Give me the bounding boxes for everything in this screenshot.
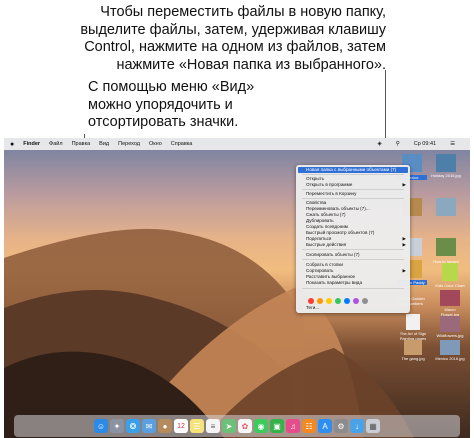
file-thumbnail[interactable] xyxy=(436,238,456,256)
itunes-icon[interactable]: ♫ xyxy=(286,419,300,433)
launchpad-icon[interactable]: ✦ xyxy=(110,419,124,433)
tag-blue-icon[interactable] xyxy=(344,298,350,304)
calendar-icon[interactable]: 12 xyxy=(174,419,188,433)
menu-item-move-to-trash[interactable]: Переместить в Корзину xyxy=(306,191,356,197)
search-icon[interactable]: ⚲ xyxy=(396,141,400,147)
menu-item-copy[interactable]: Скопировать объекты (7) xyxy=(306,252,360,258)
file-thumbnail[interactable] xyxy=(404,340,422,355)
downloads-icon[interactable]: ↓ xyxy=(350,419,364,433)
mail-icon[interactable]: ✉ xyxy=(142,419,156,433)
menu-item-tags[interactable]: Теги... xyxy=(306,305,319,311)
finder-icon[interactable]: ☺ xyxy=(94,419,108,433)
menu-edit[interactable]: Правка xyxy=(72,141,91,147)
menu-view[interactable]: Вид xyxy=(99,141,109,147)
menu-separator xyxy=(302,198,404,199)
menu-separator xyxy=(302,189,404,190)
menu-go[interactable]: Переход xyxy=(118,141,140,147)
menu-separator xyxy=(302,174,404,175)
safari-icon[interactable]: ❂ xyxy=(126,419,140,433)
dock: ☺ ✦ ❂ ✉ ● 12 ☰ ≡ ➤ ✿ ◉ ▣ ♫ ☷ A ⚙ ↓ ▦ xyxy=(14,415,460,437)
file-label: Mexico 2016.jpg xyxy=(435,356,465,361)
menubar-clock[interactable]: Ср 09:41 xyxy=(414,141,436,147)
reminders-icon[interactable]: ≡ xyxy=(206,419,220,433)
file-thumbnail[interactable] xyxy=(436,198,456,216)
tag-orange-icon[interactable] xyxy=(317,298,323,304)
menu-window[interactable]: Окно xyxy=(149,141,162,147)
menu-finder[interactable]: Finder xyxy=(23,141,40,147)
file-thumbnail[interactable] xyxy=(440,290,460,306)
context-menu: Новая папка с выбранными объектами (7) О… xyxy=(296,165,410,313)
appstore-icon[interactable]: A xyxy=(318,419,332,433)
tag-purple-icon[interactable] xyxy=(353,298,359,304)
file-thumbnail[interactable] xyxy=(440,316,460,332)
tag-green-icon[interactable] xyxy=(335,298,341,304)
menu-item-show-view-options[interactable]: Показать параметры вида xyxy=(306,280,362,286)
file-label: Wildflowers.jpg xyxy=(436,333,464,338)
menu-bar: ● Finder Файл Правка Вид Переход Окно Сп… xyxy=(4,138,470,150)
file-thumbnail[interactable] xyxy=(436,154,456,172)
file-label: Holiday 2016.jpg xyxy=(431,173,461,178)
photos-icon[interactable]: ✿ xyxy=(238,419,252,433)
menu-item-quick-actions[interactable]: Быстрые действия xyxy=(306,242,346,248)
file-thumbnail[interactable] xyxy=(442,263,458,281)
apple-icon[interactable]: ● xyxy=(10,141,14,148)
tag-red-icon[interactable] xyxy=(308,298,314,304)
submenu-arrow-icon: ▶ xyxy=(402,242,406,247)
menu-item-new-folder-with-selection[interactable]: Новая папка с выбранными объектами (7) xyxy=(298,167,408,173)
desktop[interactable]: ● Finder Файл Правка Вид Переход Окно Сп… xyxy=(4,138,470,438)
wifi-icon[interactable]: ◈ xyxy=(377,141,381,147)
menu-separator xyxy=(302,259,404,260)
notes-icon[interactable]: ☰ xyxy=(190,419,204,433)
menu-item-open-with[interactable]: Открыть в программе xyxy=(306,182,352,188)
callout-new-folder: Чтобы переместить файлы в новую папку, в… xyxy=(80,4,386,73)
facetime-icon[interactable]: ▣ xyxy=(270,419,284,433)
file-thumbnail[interactable] xyxy=(406,314,420,330)
messages-icon[interactable]: ◉ xyxy=(254,419,268,433)
control-center-icon[interactable]: ☰ xyxy=(450,141,455,147)
callout-view-menu: С помощью меню «Вид» можно упорядочить и… xyxy=(88,79,255,130)
preferences-icon[interactable]: ⚙ xyxy=(334,419,348,433)
file-label: Kids Color Chart xyxy=(435,283,465,288)
contacts-icon[interactable]: ● xyxy=(158,419,172,433)
file-label: The gang.jpg xyxy=(401,356,425,361)
tag-gray-icon[interactable] xyxy=(362,298,368,304)
file-thumbnail[interactable] xyxy=(440,340,460,355)
menu-separator xyxy=(302,288,404,289)
submenu-arrow-icon: ▶ xyxy=(402,182,406,187)
books-icon[interactable]: ☷ xyxy=(302,419,316,433)
menu-file[interactable]: Файл xyxy=(49,141,63,147)
trash-icon[interactable]: ▦ xyxy=(366,419,380,433)
menu-help[interactable]: Справка xyxy=(171,141,193,147)
menu-separator xyxy=(302,249,404,250)
callout-leader-right xyxy=(385,70,386,147)
submenu-arrow-icon: ▶ xyxy=(402,268,406,273)
maps-icon[interactable]: ➤ xyxy=(222,419,236,433)
tag-yellow-icon[interactable] xyxy=(326,298,332,304)
